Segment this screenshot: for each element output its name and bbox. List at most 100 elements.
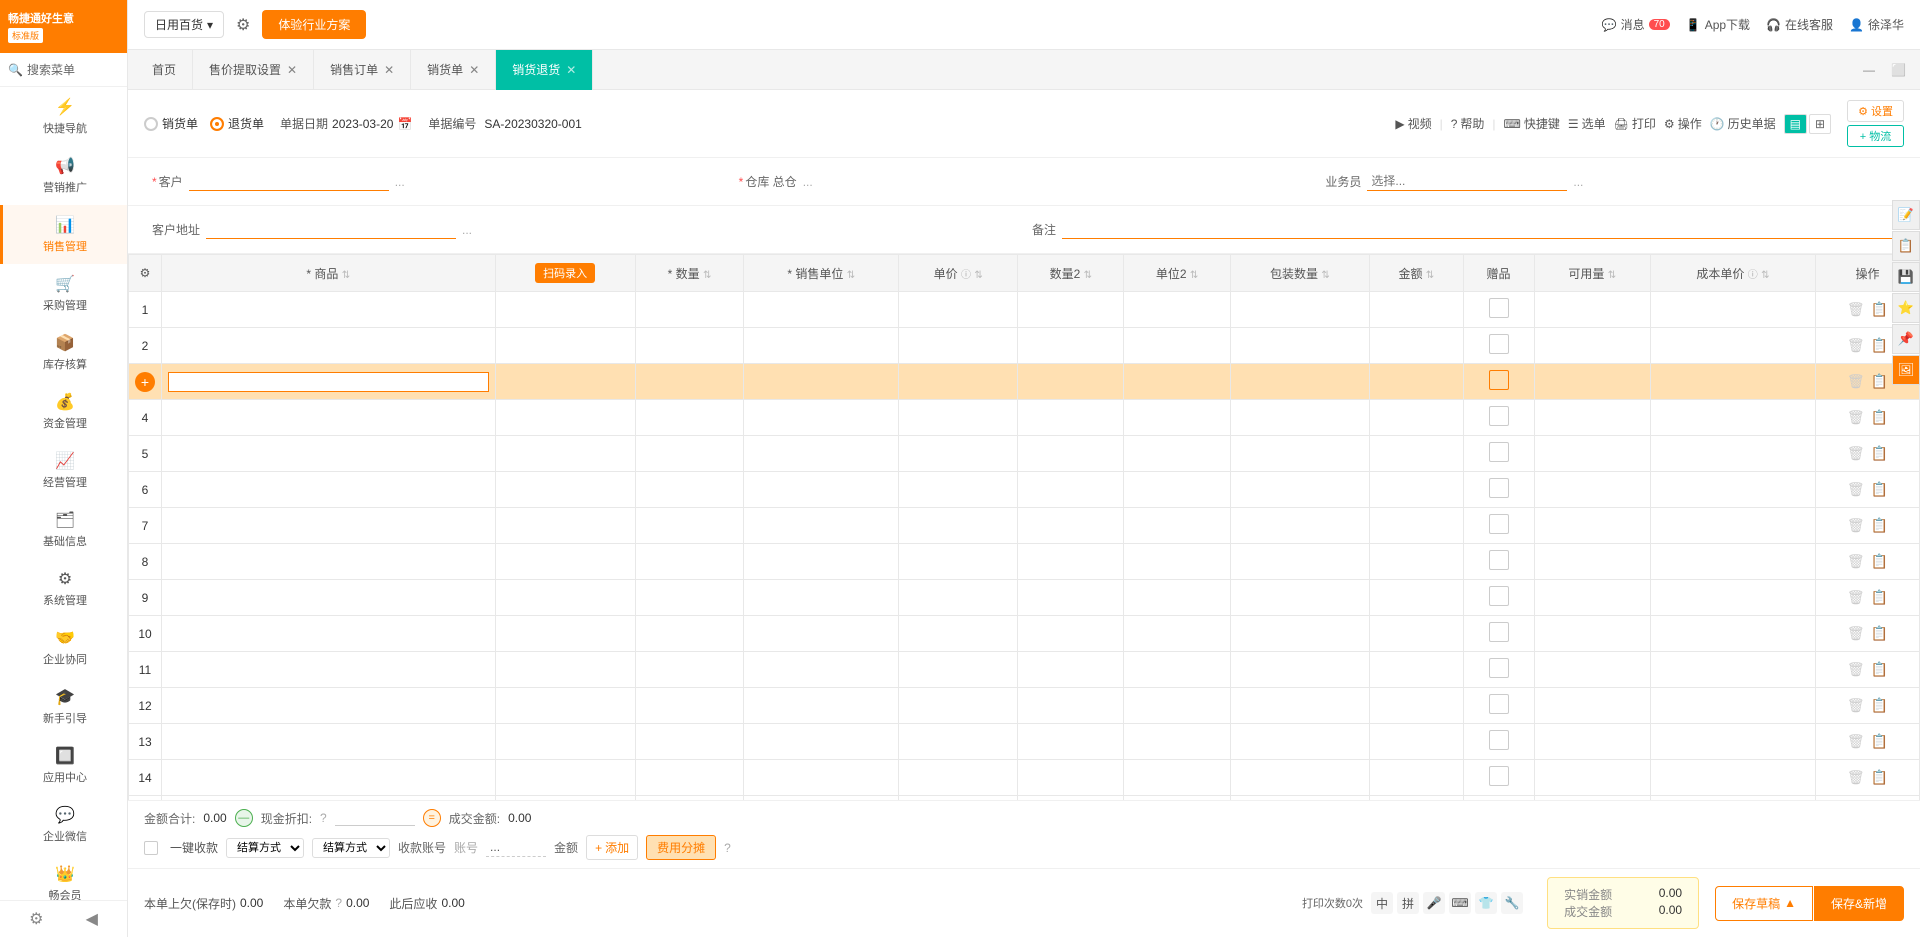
copy-row-icon[interactable]: 📋 xyxy=(1871,337,1888,354)
shortcut-btn[interactable]: ⌨ 快捷键 xyxy=(1504,115,1560,132)
product-sort-icon[interactable]: ⇅ xyxy=(342,270,350,281)
radio-return[interactable]: 退货单 xyxy=(210,115,264,132)
calc-method-select[interactable]: 结算方式 xyxy=(312,838,390,858)
delete-row-icon[interactable]: 🗑 xyxy=(1847,445,1865,462)
gift-checkbox[interactable] xyxy=(1489,550,1509,570)
row-available[interactable] xyxy=(1534,292,1650,328)
fee-split-help-icon[interactable]: ? xyxy=(724,841,731,855)
toolbar-icon-4[interactable]: ⌨ xyxy=(1449,892,1471,914)
scan-btn[interactable]: 扫码录入 xyxy=(535,263,595,283)
tab-sales-delivery-close[interactable]: ✕ xyxy=(469,63,479,77)
radio-delivery[interactable]: 销货单 xyxy=(144,115,198,132)
account-dots[interactable]: 账号 xyxy=(454,839,478,856)
sidebar-search[interactable]: 🔍 搜索菜单 xyxy=(0,53,127,87)
copy-row-icon[interactable]: 📋 xyxy=(1871,733,1888,750)
amount-sort-icon[interactable]: ⇅ xyxy=(1426,270,1434,281)
unit-sort-icon[interactable]: ⇅ xyxy=(847,270,855,281)
row-available[interactable] xyxy=(1534,328,1650,364)
discount-input[interactable] xyxy=(335,811,415,826)
online-service-item[interactable]: 🎧 在线客服 xyxy=(1766,16,1833,33)
copy-row-icon[interactable]: 📋 xyxy=(1871,769,1888,786)
tab-sales-delivery[interactable]: 销货单 ✕ xyxy=(411,50,496,90)
copy-row-icon[interactable]: 📋 xyxy=(1871,373,1888,390)
product-input-active[interactable] xyxy=(168,372,489,392)
sidebar-item-member[interactable]: 👑 畅会员 xyxy=(0,854,127,900)
video-btn[interactable]: ▶ 视频 xyxy=(1395,115,1431,132)
avail-sort-icon[interactable]: ⇅ xyxy=(1608,270,1616,281)
unit2-sort-icon[interactable]: ⇅ xyxy=(1190,270,1198,281)
copy-row-icon[interactable]: 📋 xyxy=(1871,589,1888,606)
delete-row-icon[interactable]: 🗑 xyxy=(1847,661,1865,678)
address-input[interactable] xyxy=(206,220,456,239)
price-sort-icon[interactable]: ⇅ xyxy=(974,270,982,281)
row-product[interactable] xyxy=(162,328,496,364)
tab-home[interactable]: 首页 xyxy=(136,50,193,90)
toolbar-icon-2[interactable]: 拼 xyxy=(1397,892,1419,914)
sidebar-item-sales[interactable]: 📊 销售管理 xyxy=(0,205,127,264)
row-cost-active[interactable] xyxy=(1650,364,1815,400)
row-sales-unit[interactable] xyxy=(744,328,899,364)
delete-row-icon[interactable]: 🗑 xyxy=(1847,769,1865,786)
row-qty2-active[interactable] xyxy=(1018,364,1124,400)
gift-checkbox[interactable] xyxy=(1489,442,1509,462)
delete-row-icon[interactable]: 🗑 xyxy=(1847,625,1865,642)
right-icon-5[interactable]: 📌 xyxy=(1892,324,1920,354)
right-icon-3[interactable]: 💾 xyxy=(1892,262,1920,292)
sidebar-item-wechat[interactable]: 💬 企业微信 xyxy=(0,795,127,854)
delete-row-icon[interactable]: 🗑 xyxy=(1847,301,1865,318)
save-draft-btn[interactable]: 保存草稿 ▲ xyxy=(1715,886,1813,921)
gift-checkbox-active[interactable] xyxy=(1489,370,1509,390)
row-unit-price[interactable] xyxy=(899,328,1018,364)
logistics-btn[interactable]: + 物流 xyxy=(1847,125,1904,147)
address-dots[interactable]: ... xyxy=(462,223,472,237)
copy-row-icon[interactable]: 📋 xyxy=(1871,445,1888,462)
row-qty-active[interactable] xyxy=(635,364,744,400)
row-gift-active[interactable] xyxy=(1463,364,1534,400)
gift-checkbox[interactable] xyxy=(1489,298,1509,318)
table-view-icon[interactable]: ▤ xyxy=(1784,114,1807,134)
select-btn[interactable]: ☰ 选单 xyxy=(1568,115,1606,132)
tab-sales-order[interactable]: 销售订单 ✕ xyxy=(314,50,411,90)
cost-sort-icon[interactable]: ⇅ xyxy=(1761,270,1769,281)
messages-item[interactable]: 💬 消息 70 xyxy=(1602,16,1670,33)
salesperson-dots[interactable]: ... xyxy=(1573,175,1583,189)
gift-checkbox[interactable] xyxy=(1489,622,1509,642)
delete-row-icon[interactable]: 🗑 xyxy=(1847,373,1865,390)
sidebar-item-finance[interactable]: 💰 资金管理 xyxy=(0,382,127,441)
sidebar-item-apps[interactable]: 🔲 应用中心 xyxy=(0,736,127,795)
customer-dots[interactable]: ... xyxy=(395,175,405,189)
user-item[interactable]: 👤 徐泽华 xyxy=(1849,16,1904,33)
copy-row-icon[interactable]: 📋 xyxy=(1871,409,1888,426)
copy-row-icon[interactable]: 📋 xyxy=(1871,517,1888,534)
row-qty2[interactable] xyxy=(1018,328,1124,364)
experience-btn[interactable]: 体验行业方案 xyxy=(262,10,366,39)
collapse-icon[interactable]: ◀ xyxy=(86,909,98,929)
help-btn[interactable]: ? 帮助 xyxy=(1451,115,1485,132)
copy-row-icon[interactable]: 📋 xyxy=(1871,697,1888,714)
gift-checkbox[interactable] xyxy=(1489,766,1509,786)
delete-row-icon[interactable]: 🗑 xyxy=(1847,481,1865,498)
copy-row-icon[interactable]: 📋 xyxy=(1871,553,1888,570)
pack-sort-icon[interactable]: ⇅ xyxy=(1321,270,1329,281)
sidebar-item-purchase[interactable]: 🛒 采购管理 xyxy=(0,264,127,323)
tab-price-settings-close[interactable]: ✕ xyxy=(287,63,297,77)
row-pack-active[interactable] xyxy=(1230,364,1369,400)
sidebar-item-inventory[interactable]: 📦 库存核算 xyxy=(0,323,127,382)
toolbar-icon-1[interactable]: 中 xyxy=(1371,892,1393,914)
customer-input[interactable] xyxy=(189,172,389,191)
tab-price-settings[interactable]: 售价提取设置 ✕ xyxy=(193,50,314,90)
fee-split-btn[interactable]: 费用分摊 xyxy=(646,835,716,860)
sidebar-item-shortcuts[interactable]: ⚡ 快捷导航 xyxy=(0,87,127,146)
row-unit-price[interactable] xyxy=(899,292,1018,328)
delete-row-icon[interactable]: 🗑 xyxy=(1847,553,1865,570)
discount-help-icon[interactable]: ? xyxy=(320,811,327,825)
payment-method-select[interactable]: 结算方式 xyxy=(226,838,304,858)
row-avail-active[interactable] xyxy=(1534,364,1650,400)
calendar-icon[interactable]: 📅 xyxy=(397,117,412,131)
row-unit2[interactable] xyxy=(1124,292,1230,328)
row-product[interactable] xyxy=(162,292,496,328)
account-dots-line[interactable]: ... xyxy=(486,838,546,857)
copy-row-icon[interactable]: 📋 xyxy=(1871,481,1888,498)
maximize-icon[interactable]: ⬜ xyxy=(1885,63,1912,77)
settings-bottom-icon[interactable]: ⚙ xyxy=(29,909,43,929)
